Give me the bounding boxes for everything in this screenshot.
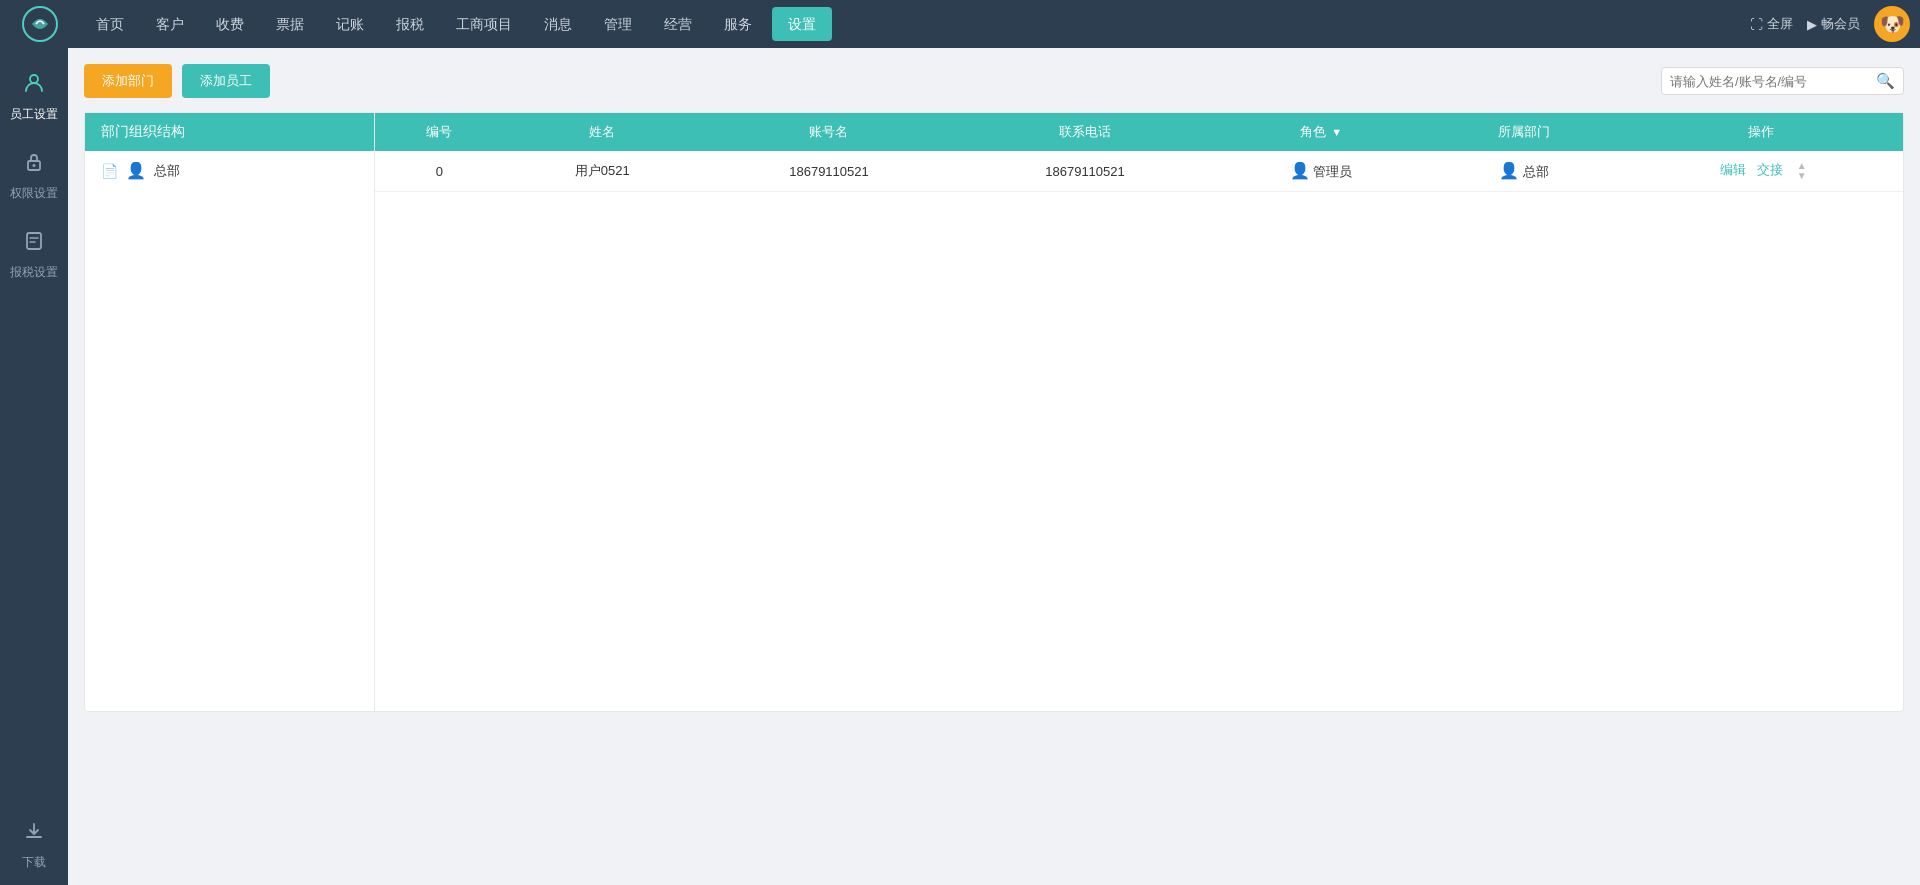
dept-tree-item[interactable]: 📄 👤 总部 — [85, 151, 374, 190]
nav-home[interactable]: 首页 — [80, 0, 140, 48]
sidebar-label-employee: 员工设置 — [10, 106, 58, 123]
cell-dept: 👤 总部 — [1429, 151, 1619, 192]
sidebar-label-tax-settings: 报税设置 — [10, 264, 58, 281]
fullscreen-icon: ⛶ — [1750, 17, 1763, 32]
nav-bill[interactable]: 票据 — [260, 0, 320, 48]
col-phone: 联系电话 — [957, 113, 1213, 151]
col-id: 编号 — [375, 113, 504, 151]
cell-id: 0 — [375, 151, 504, 192]
dept-user-icon: 👤 — [126, 161, 146, 180]
toolbar: 添加部门 添加员工 🔍 — [84, 64, 1904, 98]
nav-tax[interactable]: 报税 — [380, 0, 440, 48]
nav-right: ⛶ 全屏 ▶ 畅会员 🐶 — [1750, 6, 1910, 42]
vip-icon: ▶ — [1807, 17, 1817, 32]
download-icon — [23, 820, 45, 848]
svg-rect-4 — [27, 233, 41, 249]
top-nav: 首页 客户 收费 票据 记账 报税 工商项目 消息 管理 经营 服务 设置 ⛶ … — [0, 0, 1920, 48]
dept-user-icon-row: 👤 — [1499, 162, 1519, 179]
app-logo — [10, 6, 70, 42]
nav-items: 首页 客户 收费 票据 记账 报税 工商项目 消息 管理 经营 服务 设置 — [80, 0, 1750, 48]
dept-file-icon: 📄 — [101, 163, 118, 179]
handover-button[interactable]: 交接 — [1757, 162, 1783, 177]
user-avatar[interactable]: 🐶 — [1874, 6, 1910, 42]
cell-account: 18679110521 — [701, 151, 957, 192]
col-dept: 所属部门 — [1429, 113, 1619, 151]
nav-manage[interactable]: 管理 — [588, 0, 648, 48]
nav-fee[interactable]: 收费 — [200, 0, 260, 48]
add-dept-button[interactable]: 添加部门 — [84, 64, 172, 98]
role-filter-icon: ▼ — [1331, 126, 1342, 138]
cell-name: 用户0521 — [504, 151, 701, 192]
sidebar-label-permission: 权限设置 — [10, 185, 58, 202]
employee-icon — [23, 72, 45, 100]
sidebar-item-tax-settings[interactable]: 报税设置 — [0, 216, 68, 295]
scroll-arrows: ▲ ▼ — [1797, 161, 1807, 181]
nav-business[interactable]: 工商项目 — [440, 0, 528, 48]
fullscreen-button[interactable]: ⛶ 全屏 — [1750, 15, 1793, 33]
col-role[interactable]: 角色 ▼ — [1213, 113, 1429, 151]
edit-button[interactable]: 编辑 — [1720, 162, 1746, 177]
nav-accounting[interactable]: 记账 — [320, 0, 380, 48]
employee-table: 编号 姓名 账号名 联系电话 角色 ▼ 所属部门 操作 — [375, 113, 1903, 192]
cell-actions: 编辑 交接 ▲ ▼ — [1619, 151, 1903, 192]
table-row: 0 用户0521 18679110521 18679110521 👤 管理员 👤… — [375, 151, 1903, 192]
search-box: 🔍 — [1661, 67, 1904, 95]
sidebar-item-permission[interactable]: 权限设置 — [0, 137, 68, 216]
dept-tree-header: 部门组织结构 — [85, 113, 374, 151]
sidebar-label-download: 下载 — [22, 854, 46, 871]
employee-table-wrap: 编号 姓名 账号名 联系电话 角色 ▼ 所属部门 操作 — [375, 113, 1903, 711]
col-name: 姓名 — [504, 113, 701, 151]
sidebar-item-employee[interactable]: 员工设置 — [0, 58, 68, 137]
dept-tree: 部门组织结构 📄 👤 总部 — [85, 113, 375, 711]
nav-message[interactable]: 消息 — [528, 0, 588, 48]
sidebar-item-download[interactable]: 下载 — [0, 806, 68, 885]
role-label: 管理员 — [1313, 164, 1352, 179]
col-actions: 操作 — [1619, 113, 1903, 151]
main-content: 添加部门 添加员工 🔍 部门组织结构 📄 👤 总部 — [68, 48, 1920, 885]
main-layout: 员工设置 权限设置 报税设置 — [0, 48, 1920, 885]
cell-role: 👤 管理员 — [1213, 151, 1429, 192]
col-account: 账号名 — [701, 113, 957, 151]
sidebar: 员工设置 权限设置 报税设置 — [0, 48, 68, 885]
fullscreen-label: 全屏 — [1767, 15, 1793, 33]
vip-label: 畅会员 — [1821, 15, 1860, 33]
nav-service[interactable]: 服务 — [708, 0, 768, 48]
add-employee-button[interactable]: 添加员工 — [182, 64, 270, 98]
nav-settings[interactable]: 设置 — [772, 7, 832, 41]
svg-point-3 — [33, 164, 36, 167]
search-input[interactable] — [1670, 74, 1870, 89]
tax-settings-icon — [23, 230, 45, 258]
search-icon[interactable]: 🔍 — [1876, 72, 1895, 90]
cell-phone: 18679110521 — [957, 151, 1213, 192]
nav-operate[interactable]: 经营 — [648, 0, 708, 48]
content-panel: 部门组织结构 📄 👤 总部 编号 姓名 账号名 联系电话 — [84, 112, 1904, 712]
dept-label: 总部 — [1523, 164, 1549, 179]
dept-name: 总部 — [154, 162, 180, 180]
svg-point-1 — [30, 75, 38, 83]
nav-customer[interactable]: 客户 — [140, 0, 200, 48]
vip-button[interactable]: ▶ 畅会员 — [1807, 15, 1860, 33]
role-user-icon: 👤 — [1290, 162, 1310, 179]
permission-icon — [23, 151, 45, 179]
